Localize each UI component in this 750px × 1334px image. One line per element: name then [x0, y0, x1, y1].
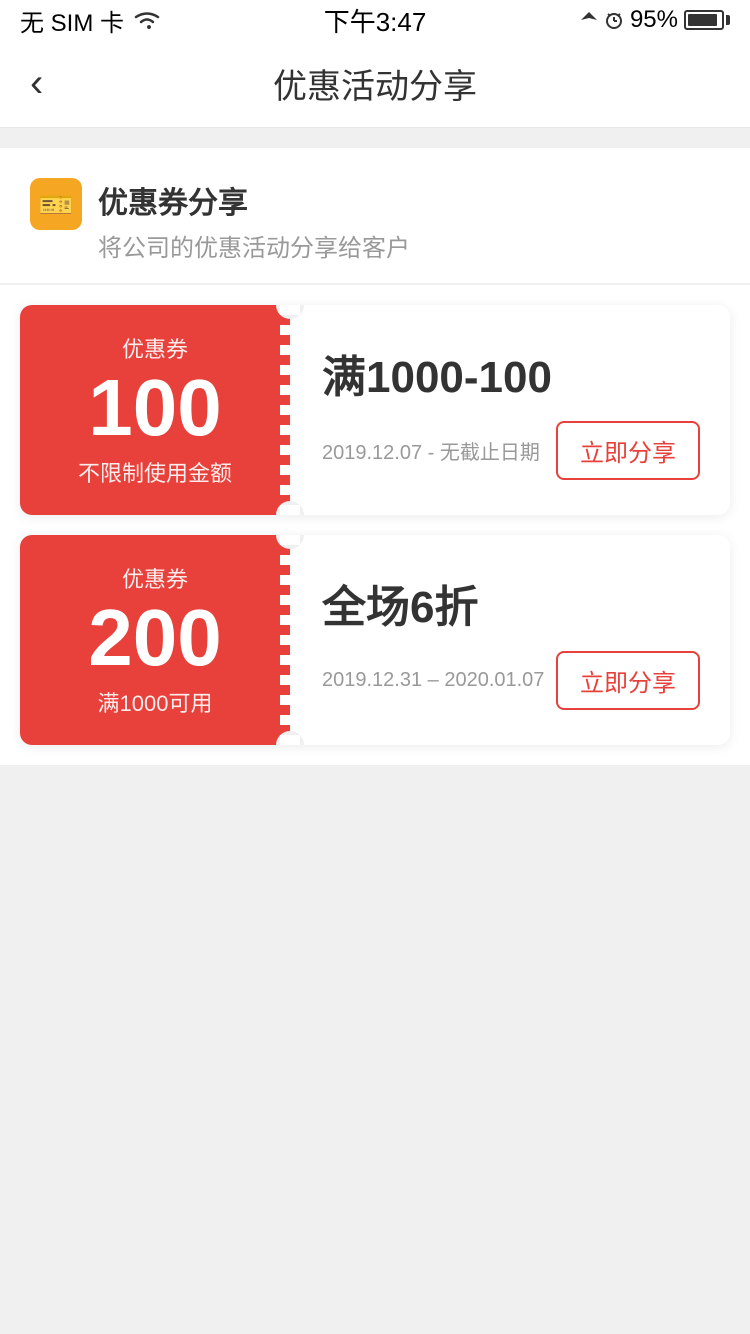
coupon-right-1: 满1000-100 2019.12.07 - 无截止日期 立即分享 — [292, 305, 730, 515]
coupon-amount-2: 200 — [88, 598, 221, 678]
bottom-area — [0, 765, 750, 1165]
coupon-meta-1: 2019.12.07 - 无截止日期 立即分享 — [322, 421, 700, 480]
section-icon: 🎫 — [30, 178, 82, 230]
coupon-left-1: 优惠券 100 不限制使用金额 — [20, 305, 290, 515]
coupon-left-2: 优惠券 200 满1000可用 — [20, 535, 290, 745]
status-time: 下午3:47 — [324, 2, 427, 39]
section-header: 🎫 优惠券分享 将公司的优惠活动分享给客户 — [0, 148, 750, 283]
coupon-list: 优惠券 100 不限制使用金额 满1000-100 2019.12.07 - 无… — [0, 285, 750, 765]
coupon-date-2: 2019.12.31 – 2020.01.07 — [322, 669, 544, 692]
coupon-tag-1: 优惠券 — [122, 332, 188, 364]
coupon-condition-2: 满1000可用 — [98, 686, 213, 718]
coupon-title-1: 满1000-100 — [322, 341, 700, 405]
location-icon — [580, 11, 598, 29]
section-title: 优惠券分享 — [98, 178, 410, 222]
alarm-icon — [604, 10, 624, 30]
battery-percent: 95% — [630, 6, 678, 34]
carrier-text: 无 SIM 卡 — [20, 3, 124, 38]
coupon-card-1: 优惠券 100 不限制使用金额 满1000-100 2019.12.07 - 无… — [20, 305, 730, 515]
status-bar: 无 SIM 卡 下午3:47 95% — [0, 0, 750, 40]
battery-icon — [684, 10, 730, 30]
coupon-tag-2: 优惠券 — [122, 562, 188, 594]
back-button[interactable]: ‹ — [30, 61, 43, 106]
status-right: 95% — [580, 6, 730, 34]
page-title: 优惠活动分享 — [273, 59, 477, 108]
share-button-2[interactable]: 立即分享 — [556, 651, 700, 710]
coupon-meta-2: 2019.12.31 – 2020.01.07 立即分享 — [322, 651, 700, 710]
coupon-date-1: 2019.12.07 - 无截止日期 — [322, 436, 540, 465]
coupon-amount-1: 100 — [88, 368, 221, 448]
section-text: 优惠券分享 将公司的优惠活动分享给客户 — [98, 178, 410, 263]
status-left: 无 SIM 卡 — [20, 3, 162, 38]
coupon-right-2: 全场6折 2019.12.31 – 2020.01.07 立即分享 — [292, 535, 730, 745]
coupon-card-2: 优惠券 200 满1000可用 全场6折 2019.12.31 – 2020.0… — [20, 535, 730, 745]
section-subtitle: 将公司的优惠活动分享给客户 — [98, 228, 410, 263]
coupon-condition-1: 不限制使用金额 — [78, 456, 232, 488]
coupon-title-2: 全场6折 — [322, 571, 700, 635]
nav-bar: ‹ 优惠活动分享 — [0, 40, 750, 128]
wifi-icon — [132, 9, 162, 31]
coupon-icon: 🎫 — [39, 188, 74, 221]
share-button-1[interactable]: 立即分享 — [556, 421, 700, 480]
